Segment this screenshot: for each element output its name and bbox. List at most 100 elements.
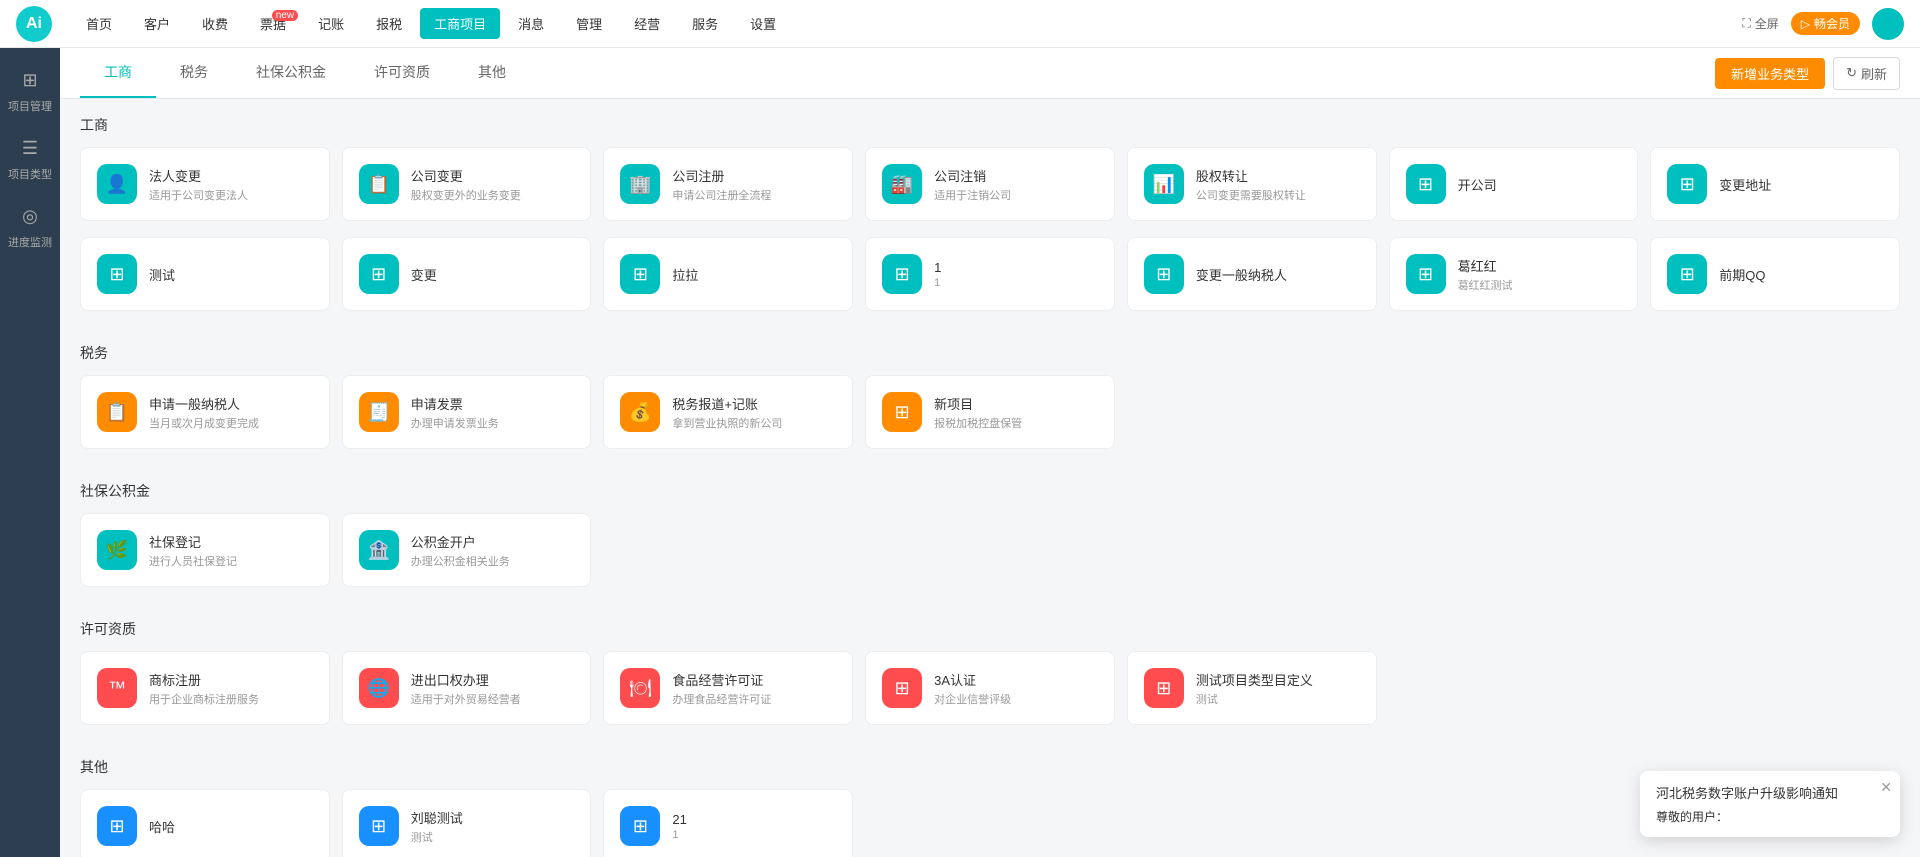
card-desc: 拿到营业执照的新公司 [672,415,782,431]
card-变更地址[interactable]: ⊞ 变更地址 [1650,147,1900,221]
tab-许可资质[interactable]: 许可资质 [350,48,454,98]
new-type-button[interactable]: 新增业务类型 [1715,58,1825,89]
nav-item-记账[interactable]: 记账 [304,8,358,39]
refresh-label: 刷新 [1861,64,1887,83]
cards-grid: 📋 申请一般纳税人 当月或次月成变更完成 🧾 申请发票 办理申请发票业务 💰 税… [80,375,1900,449]
card-拉拉[interactable]: ⊞ 拉拉 [603,237,853,311]
card-开公司[interactable]: ⊞ 开公司 [1389,147,1639,221]
card-刘聪测试[interactable]: ⊞ 刘聪测试 测试 [342,789,592,857]
nav-item-管理[interactable]: 管理 [562,8,616,39]
card-申请一般纳税人[interactable]: 📋 申请一般纳税人 当月或次月成变更完成 [80,375,330,449]
sidebar-item-项目类型[interactable]: ☰项目类型 [0,124,60,192]
card-info: 公司注册 申请公司注册全流程 [672,166,771,203]
tab-税务[interactable]: 税务 [156,48,232,98]
section-title: 工商 [80,115,1900,135]
card-info: 变更 [411,265,437,284]
vip-btn[interactable]: ▷ 畅会员 [1791,12,1860,35]
card-info: 1 1 [934,260,941,289]
card-info: 3A认证 对企业信誉评级 [934,670,1011,707]
card-icon: ⊞ [1144,668,1184,708]
card-股权转让[interactable]: 📊 股权转让 公司变更需要股权转让 [1127,147,1377,221]
card-测试项目类型目定义[interactable]: ⊞ 测试项目类型目定义 测试 [1127,651,1377,725]
card-icon: ⊞ [1144,254,1184,294]
nav-item-首页[interactable]: 首页 [72,8,126,39]
card-title: 前期QQ [1719,265,1765,284]
card-desc: 对企业信誉评级 [934,691,1011,707]
card-info: 税务报道+记账 拿到营业执照的新公司 [672,394,782,431]
card-info: 新项目 报税加税控盘保管 [934,394,1022,431]
card-葛红红[interactable]: ⊞ 葛红红 葛红红测试 [1389,237,1639,311]
card-title: 刘聪测试 [411,808,463,827]
nav-item-服务[interactable]: 服务 [678,8,732,39]
tabs: 工商税务社保公积金许可资质其他 [80,48,530,98]
nav-badge: new [272,10,298,21]
section-工商: 工商 👤 法人变更 适用于公司变更法人 📋 公司变更 股权变更外的业务变更 🏢 … [60,99,1920,221]
section-title: 社保公积金 [80,481,1900,501]
card-税务报道+记账[interactable]: 💰 税务报道+记账 拿到营业执照的新公司 [603,375,853,449]
card-title: 哈哈 [149,817,175,836]
nav-items: 首页客户收费票据new记账报税工商项目消息管理经营服务设置 [72,8,1742,39]
card-info: 公司变更 股权变更外的业务变更 [411,166,521,203]
card-新项目[interactable]: ⊞ 新项目 报税加税控盘保管 [865,375,1115,449]
vip-label: 畅会员 [1814,15,1850,32]
card-title: 新项目 [934,394,1022,413]
sidebar-item-进度监测[interactable]: ◎进度监测 [0,192,60,260]
card-21[interactable]: ⊞ 21 1 [603,789,853,857]
card-食品经营许可证[interactable]: 🍽 食品经营许可证 办理食品经营许可证 [603,651,853,725]
card-title: 进出口权办理 [411,670,521,689]
section-title: 其他 [80,757,1900,777]
nav-item-设置[interactable]: 设置 [736,8,790,39]
main-layout: ⊞项目管理☰项目类型◎进度监测 工商税务社保公积金许可资质其他 新增业务类型 ↻… [0,48,1920,857]
play-icon: ▷ [1801,17,1810,31]
card-title: 测试 [149,265,175,284]
cards-grid: ⊞ 测试 ⊞ 变更 ⊞ 拉拉 ⊞ 1 1 ⊞ [80,237,1900,311]
nav-item-客户[interactable]: 客户 [130,8,184,39]
card-icon: 🌐 [359,668,399,708]
nav-item-票据[interactable]: 票据new [246,8,300,39]
card-desc: 办理申请发票业务 [411,415,499,431]
card-icon: ⊞ [359,806,399,846]
card-社保登记[interactable]: 🌿 社保登记 进行人员社保登记 [80,513,330,587]
sidebar-icon: ☰ [16,134,44,162]
card-商标注册[interactable]: ™ 商标注册 用于企业商标注册服务 [80,651,330,725]
sidebar-label: 项目管理 [8,98,52,114]
card-前期QQ[interactable]: ⊞ 前期QQ [1650,237,1900,311]
nav-item-工商项目[interactable]: 工商项目 [420,8,500,39]
nav-item-消息[interactable]: 消息 [504,8,558,39]
card-title: 1 [934,260,941,275]
sidebar-label: 进度监测 [8,234,52,250]
card-哈哈[interactable]: ⊞ 哈哈 [80,789,330,857]
card-申请发票[interactable]: 🧾 申请发票 办理申请发票业务 [342,375,592,449]
refresh-button[interactable]: ↻ 刷新 [1833,57,1900,90]
card-info: 哈哈 [149,817,175,836]
card-公司变更[interactable]: 📋 公司变更 股权变更外的业务变更 [342,147,592,221]
tab-社保公积金[interactable]: 社保公积金 [232,48,350,98]
nav-item-经营[interactable]: 经营 [620,8,674,39]
tab-工商[interactable]: 工商 [80,48,156,98]
tab-其他[interactable]: 其他 [454,48,530,98]
sidebar-item-项目管理[interactable]: ⊞项目管理 [0,56,60,124]
card-公积金开户[interactable]: 🏦 公积金开户 办理公积金相关业务 [342,513,592,587]
notification-close[interactable]: ✕ [1880,779,1892,796]
card-法人变更[interactable]: 👤 法人变更 适用于公司变更法人 [80,147,330,221]
card-公司注册[interactable]: 🏢 公司注册 申请公司注册全流程 [603,147,853,221]
card-desc: 当月或次月成变更完成 [149,415,259,431]
card-变更一般纳税人[interactable]: ⊞ 变更一般纳税人 [1127,237,1377,311]
card-icon: 👤 [97,164,137,204]
card-title: 公司注册 [672,166,771,185]
card-icon: ⊞ [1406,164,1446,204]
card-icon: 📋 [359,164,399,204]
card-1[interactable]: ⊞ 1 1 [865,237,1115,311]
card-info: 测试 [149,265,175,284]
card-测试[interactable]: ⊞ 测试 [80,237,330,311]
card-变更[interactable]: ⊞ 变更 [342,237,592,311]
nav-item-收费[interactable]: 收费 [188,8,242,39]
card-进出口权办理[interactable]: 🌐 进出口权办理 适用于对外贸易经营者 [342,651,592,725]
refresh-icon: ↻ [1846,65,1857,81]
card-icon: 🏦 [359,530,399,570]
card-公司注销[interactable]: 🏭 公司注销 适用于注销公司 [865,147,1115,221]
avatar[interactable] [1872,8,1904,40]
nav-item-报税[interactable]: 报税 [362,8,416,39]
card-3A认证[interactable]: ⊞ 3A认证 对企业信誉评级 [865,651,1115,725]
fullscreen-btn[interactable]: ⛶ 全屏 [1742,15,1778,32]
